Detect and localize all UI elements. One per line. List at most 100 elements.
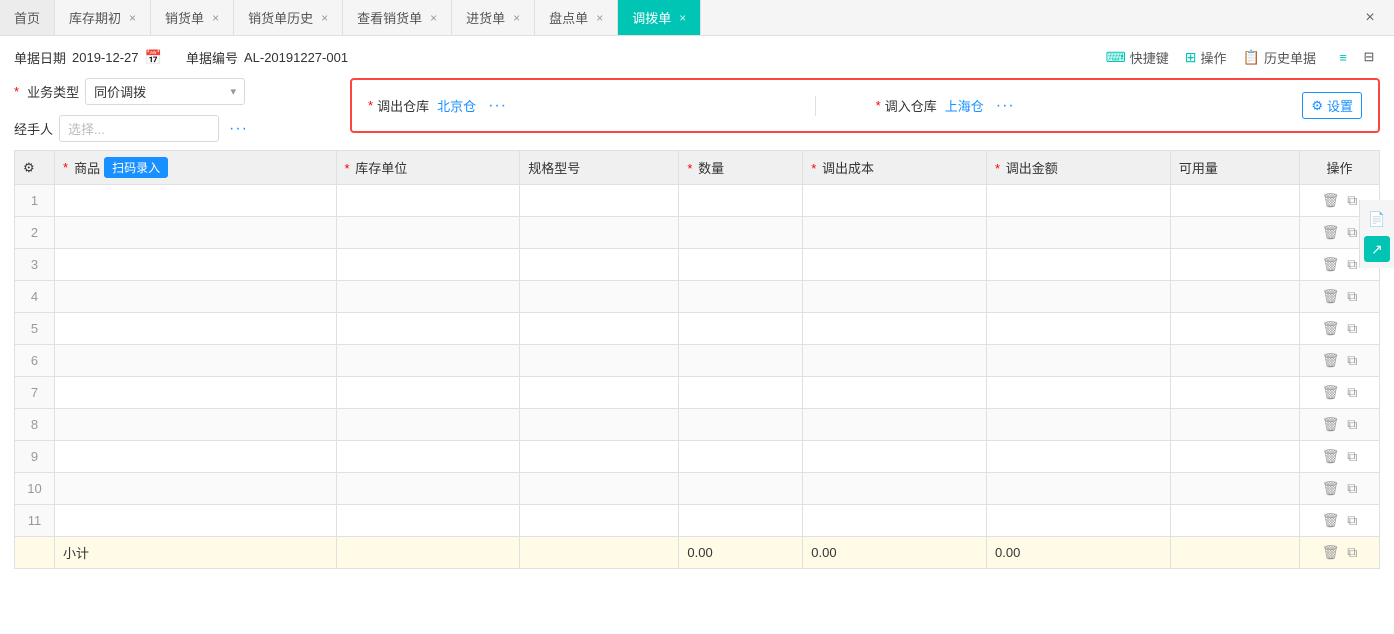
- row-8-delete-icon[interactable]: 🗑: [1322, 416, 1340, 432]
- scan-button[interactable]: 扫码录入: [104, 157, 168, 178]
- row-10-spec[interactable]: [520, 473, 679, 505]
- row-3-copy-icon[interactable]: ⧉: [1347, 256, 1357, 272]
- row-9-spec[interactable]: [520, 441, 679, 473]
- window-close-button[interactable]: ×: [1356, 4, 1384, 32]
- row-5-amount[interactable]: [987, 313, 1171, 345]
- tab-purchase-order-close[interactable]: ×: [513, 11, 520, 25]
- row-3-cost[interactable]: [803, 249, 987, 281]
- tab-inventory-init-close[interactable]: ×: [129, 11, 136, 25]
- handler-dots-btn[interactable]: ···: [229, 120, 248, 138]
- row-11-available[interactable]: [1170, 505, 1299, 537]
- row-9-copy-icon[interactable]: ⧉: [1347, 448, 1357, 464]
- tab-transfer-close[interactable]: ×: [679, 11, 686, 25]
- row-11-delete-icon[interactable]: 🗑: [1322, 512, 1340, 528]
- row-1-copy-icon[interactable]: ⧉: [1347, 192, 1357, 208]
- row-4-product[interactable]: [55, 281, 337, 313]
- row-1-amount[interactable]: [987, 185, 1171, 217]
- row-2-qty[interactable]: [679, 217, 803, 249]
- row-4-unit[interactable]: [336, 281, 520, 313]
- row-10-qty[interactable]: [679, 473, 803, 505]
- source-warehouse-dots[interactable]: ···: [488, 97, 507, 115]
- row-9-available[interactable]: [1170, 441, 1299, 473]
- row-1-qty[interactable]: [679, 185, 803, 217]
- row-5-copy-icon[interactable]: ⧉: [1347, 320, 1357, 336]
- tab-transfer[interactable]: 调拨单 ×: [618, 0, 701, 35]
- row-4-qty[interactable]: [679, 281, 803, 313]
- row-2-delete-icon[interactable]: 🗑: [1322, 224, 1340, 240]
- row-4-delete-icon[interactable]: 🗑: [1322, 288, 1340, 304]
- row-6-copy-icon[interactable]: ⧉: [1347, 352, 1357, 368]
- row-5-cost[interactable]: [803, 313, 987, 345]
- row-10-amount[interactable]: [987, 473, 1171, 505]
- handler-select[interactable]: 选择...: [59, 115, 219, 142]
- row-4-cost[interactable]: [803, 281, 987, 313]
- row-6-delete-icon[interactable]: 🗑: [1322, 352, 1340, 368]
- tab-inventory-init[interactable]: 库存期初 ×: [55, 0, 151, 35]
- row-2-available[interactable]: [1170, 217, 1299, 249]
- row-3-amount[interactable]: [987, 249, 1171, 281]
- calendar-icon[interactable]: 📅: [145, 49, 162, 66]
- row-7-copy-icon[interactable]: ⧉: [1347, 384, 1357, 400]
- row-11-unit[interactable]: [336, 505, 520, 537]
- row-7-available[interactable]: [1170, 377, 1299, 409]
- row-5-delete-icon[interactable]: 🗑: [1322, 320, 1340, 336]
- row-1-spec[interactable]: [520, 185, 679, 217]
- row-8-copy-icon[interactable]: ⧉: [1347, 416, 1357, 432]
- row-3-available[interactable]: [1170, 249, 1299, 281]
- row-6-product[interactable]: [55, 345, 337, 377]
- row-2-unit[interactable]: [336, 217, 520, 249]
- subtotal-delete-icon[interactable]: 🗑: [1322, 544, 1340, 560]
- settings-button[interactable]: ⚙ 设置: [1302, 92, 1362, 119]
- row-7-unit[interactable]: [336, 377, 520, 409]
- row-1-product[interactable]: [55, 185, 337, 217]
- row-11-spec[interactable]: [520, 505, 679, 537]
- row-1-available[interactable]: [1170, 185, 1299, 217]
- row-10-product[interactable]: [55, 473, 337, 505]
- row-9-qty[interactable]: [679, 441, 803, 473]
- row-3-delete-icon[interactable]: 🗑: [1322, 256, 1340, 272]
- row-4-amount[interactable]: [987, 281, 1171, 313]
- row-8-product[interactable]: [55, 409, 337, 441]
- th-gear[interactable]: ⚙: [15, 151, 55, 185]
- row-5-product[interactable]: [55, 313, 337, 345]
- row-2-cost[interactable]: [803, 217, 987, 249]
- tab-inventory-check-close[interactable]: ×: [596, 11, 603, 25]
- operations-action[interactable]: ⊞ 操作: [1185, 48, 1227, 67]
- row-11-copy-icon[interactable]: ⧉: [1347, 512, 1357, 528]
- row-10-available[interactable]: [1170, 473, 1299, 505]
- row-1-delete-icon[interactable]: 🗑: [1322, 192, 1340, 208]
- row-10-delete-icon[interactable]: 🗑: [1322, 480, 1340, 496]
- row-9-delete-icon[interactable]: 🗑: [1322, 448, 1340, 464]
- row-8-qty[interactable]: [679, 409, 803, 441]
- tab-sales-history-close[interactable]: ×: [321, 11, 328, 25]
- tab-inventory-check[interactable]: 盘点单 ×: [535, 0, 618, 35]
- row-2-copy-icon[interactable]: ⧉: [1347, 224, 1357, 240]
- row-6-spec[interactable]: [520, 345, 679, 377]
- row-6-amount[interactable]: [987, 345, 1171, 377]
- row-9-product[interactable]: [55, 441, 337, 473]
- history-action[interactable]: 📋 历史单据: [1243, 48, 1316, 67]
- row-10-unit[interactable]: [336, 473, 520, 505]
- row-4-copy-icon[interactable]: ⧉: [1347, 288, 1357, 304]
- row-7-delete-icon[interactable]: 🗑: [1322, 384, 1340, 400]
- row-7-product[interactable]: [55, 377, 337, 409]
- tab-sales-history[interactable]: 销货单历史 ×: [234, 0, 343, 35]
- row-9-cost[interactable]: [803, 441, 987, 473]
- row-11-qty[interactable]: [679, 505, 803, 537]
- row-10-cost[interactable]: [803, 473, 987, 505]
- row-3-unit[interactable]: [336, 249, 520, 281]
- tab-home[interactable]: 首页: [0, 0, 55, 35]
- tab-view-sales[interactable]: 查看销货单 ×: [343, 0, 452, 35]
- row-9-amount[interactable]: [987, 441, 1171, 473]
- business-type-select[interactable]: 同价调拨 ▾: [85, 78, 245, 105]
- row-2-amount[interactable]: [987, 217, 1171, 249]
- row-6-unit[interactable]: [336, 345, 520, 377]
- row-8-spec[interactable]: [520, 409, 679, 441]
- row-4-spec[interactable]: [520, 281, 679, 313]
- row-3-product[interactable]: [55, 249, 337, 281]
- target-warehouse-dots[interactable]: ···: [996, 97, 1015, 115]
- row-7-qty[interactable]: [679, 377, 803, 409]
- row-5-unit[interactable]: [336, 313, 520, 345]
- row-1-cost[interactable]: [803, 185, 987, 217]
- row-8-available[interactable]: [1170, 409, 1299, 441]
